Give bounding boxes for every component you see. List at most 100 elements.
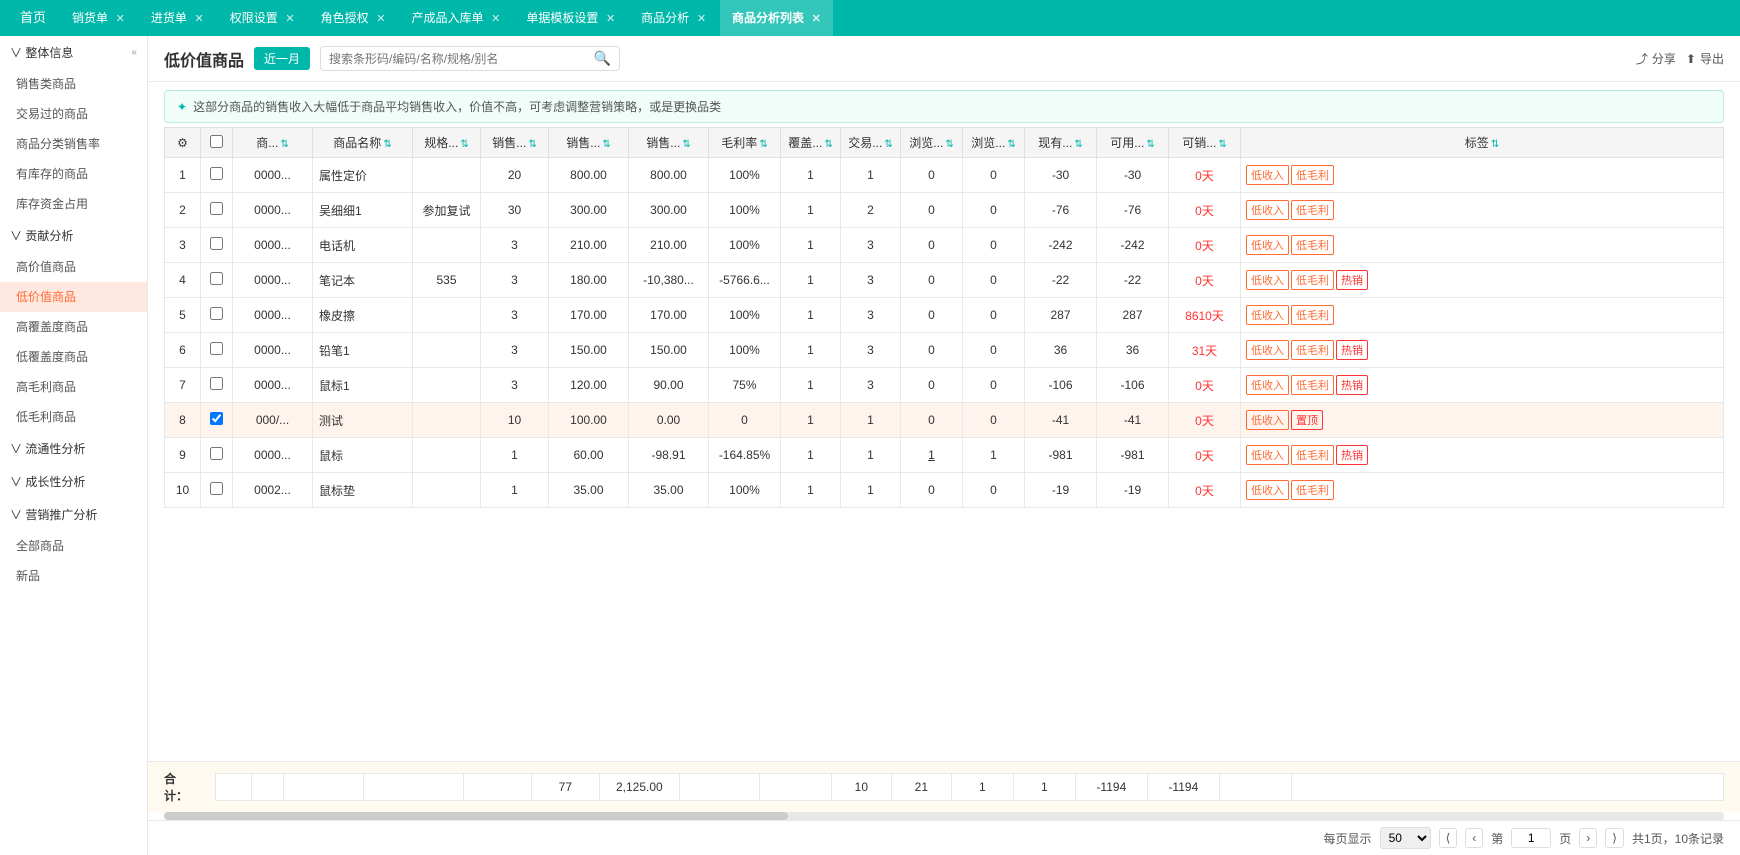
next-page-button[interactable]: ›	[1579, 828, 1597, 848]
nav-permissions[interactable]: 权限设置 ✕	[218, 0, 307, 36]
table-container[interactable]: ⚙ 商...⇅ 商品名称⇅ 规格...⇅ 销售...⇅ 销售...⇅ 销售...…	[148, 127, 1740, 761]
cell-checkbox[interactable]	[201, 158, 233, 193]
th-transactions[interactable]: 交易...⇅	[841, 128, 901, 158]
cell-views1[interactable]: 1	[901, 438, 963, 473]
sidebar-group-circulation[interactable]: ∨ 流通性分析	[0, 432, 147, 465]
prev-page-button[interactable]: ‹	[1465, 828, 1483, 848]
row-checkbox-9[interactable]	[210, 447, 223, 460]
row-checkbox-1[interactable]	[210, 167, 223, 180]
cell-checkbox[interactable]	[201, 368, 233, 403]
th-coverage[interactable]: 覆盖...⇅	[781, 128, 841, 158]
cell-views1[interactable]: 0	[901, 228, 963, 263]
sidebar-item-high-margin[interactable]: 高毛利商品	[0, 372, 147, 402]
row-checkbox-7[interactable]	[210, 377, 223, 390]
search-input[interactable]	[329, 52, 588, 66]
sidebar-item-new-goods[interactable]: 新品	[0, 561, 147, 591]
nav-purchase[interactable]: 进货单 ✕	[139, 0, 216, 36]
cell-checkbox[interactable]	[201, 333, 233, 368]
row-checkbox-4[interactable]	[210, 272, 223, 285]
nav-sales[interactable]: 销货单 ✕	[60, 0, 137, 36]
views1-link[interactable]: 0	[928, 413, 935, 427]
row-checkbox-10[interactable]	[210, 482, 223, 495]
cell-checkbox[interactable]	[201, 263, 233, 298]
th-tag[interactable]: 标签⇅	[1241, 128, 1724, 158]
th-name[interactable]: 商品名称⇅	[313, 128, 413, 158]
nav-home[interactable]: 首页	[8, 0, 58, 36]
cell-views1[interactable]: 0	[901, 473, 963, 508]
cell-checkbox[interactable]	[201, 228, 233, 263]
nav-roles[interactable]: 角色授权 ✕	[309, 0, 398, 36]
select-all-checkbox[interactable]	[210, 135, 223, 148]
th-gross-margin[interactable]: 毛利率⇅	[709, 128, 781, 158]
nav-close-permissions[interactable]: ✕	[285, 13, 294, 25]
th-code[interactable]: 商...⇅	[233, 128, 313, 158]
nav-analysis-list[interactable]: 商品分析列表 ✕	[720, 0, 833, 36]
row-checkbox-5[interactable]	[210, 307, 223, 320]
cell-views1[interactable]: 0	[901, 298, 963, 333]
th-stock[interactable]: 现有...⇅	[1025, 128, 1097, 158]
sidebar-group-contribution[interactable]: ∨ 贡献分析	[0, 219, 147, 252]
nav-close-templates[interactable]: ✕	[606, 13, 615, 25]
row-checkbox-8[interactable]	[210, 412, 223, 425]
views1-link[interactable]: 0	[928, 378, 935, 392]
views1-link[interactable]: 0	[928, 343, 935, 357]
nav-close-sales[interactable]: ✕	[116, 13, 125, 25]
th-checkbox[interactable]	[201, 128, 233, 158]
sidebar-group-overall[interactable]: ∨ 整体信息 «	[0, 36, 147, 69]
share-button[interactable]: ⤴ 分享	[1636, 50, 1676, 67]
cell-views1[interactable]: 0	[901, 158, 963, 193]
cell-views1[interactable]: 0	[901, 333, 963, 368]
nav-close-products[interactable]: ✕	[491, 13, 500, 25]
nav-products[interactable]: 产成品入库单 ✕	[399, 0, 512, 36]
sidebar-group-growth[interactable]: ∨ 成长性分析	[0, 465, 147, 498]
th-sales-price[interactable]: 销售...⇅	[549, 128, 629, 158]
views1-link[interactable]: 0	[928, 273, 935, 287]
last-page-button[interactable]: ⟩	[1605, 828, 1624, 848]
views1-link[interactable]: 1	[928, 448, 935, 462]
th-spec[interactable]: 规格...⇅	[413, 128, 481, 158]
sidebar-item-stock-goods[interactable]: 有库存的商品	[0, 159, 147, 189]
views1-link[interactable]: 0	[928, 168, 935, 182]
cell-checkbox[interactable]	[201, 403, 233, 438]
sidebar-item-traded-goods[interactable]: 交易过的商品	[0, 99, 147, 129]
row-checkbox-3[interactable]	[210, 237, 223, 250]
th-views2[interactable]: 浏览...⇅	[963, 128, 1025, 158]
sidebar-item-low-margin[interactable]: 低毛利商品	[0, 402, 147, 432]
cell-views1[interactable]: 0	[901, 263, 963, 298]
sidebar-item-high-value[interactable]: 高价值商品	[0, 252, 147, 282]
page-size-select[interactable]: 50 100 200	[1380, 827, 1431, 849]
cell-views1[interactable]: 0	[901, 403, 963, 438]
sidebar-item-category-sales-rate[interactable]: 商品分类销售率	[0, 129, 147, 159]
search-icon[interactable]: 🔍	[594, 50, 611, 67]
nav-close-roles[interactable]: ✕	[376, 13, 385, 25]
th-views1[interactable]: 浏览...⇅	[901, 128, 963, 158]
cell-checkbox[interactable]	[201, 438, 233, 473]
cell-views1[interactable]: 0	[901, 193, 963, 228]
th-available[interactable]: 可用...⇅	[1097, 128, 1169, 158]
first-page-button[interactable]: ⟨	[1439, 828, 1458, 848]
sidebar-item-sales-goods[interactable]: 销售类商品	[0, 69, 147, 99]
page-input[interactable]	[1511, 828, 1551, 848]
sidebar-item-low-coverage[interactable]: 低覆盖度商品	[0, 342, 147, 372]
nav-close-analysis[interactable]: ✕	[697, 13, 706, 25]
views1-link[interactable]: 0	[928, 308, 935, 322]
cell-views1[interactable]: 0	[901, 368, 963, 403]
th-sales-amt[interactable]: 销售...⇅	[629, 128, 709, 158]
sidebar-item-low-value[interactable]: 低价值商品	[0, 282, 147, 312]
sidebar-item-high-coverage[interactable]: 高覆盖度商品	[0, 312, 147, 342]
export-button[interactable]: ⬆ 导出	[1686, 50, 1724, 67]
sidebar-group-marketing[interactable]: ∨ 营销推广分析	[0, 498, 147, 531]
views1-link[interactable]: 0	[928, 203, 935, 217]
cell-checkbox[interactable]	[201, 473, 233, 508]
views1-link[interactable]: 0	[928, 483, 935, 497]
sidebar-item-all-goods[interactable]: 全部商品	[0, 531, 147, 561]
sidebar-item-stock-capital[interactable]: 库存资金占用	[0, 189, 147, 219]
sidebar-group-overall-collapse[interactable]: «	[131, 47, 137, 58]
nav-close-purchase[interactable]: ✕	[195, 13, 204, 25]
nav-templates[interactable]: 单据模板设置 ✕	[514, 0, 627, 36]
cell-checkbox[interactable]	[201, 298, 233, 333]
row-checkbox-2[interactable]	[210, 202, 223, 215]
th-sellable[interactable]: 可销...⇅	[1169, 128, 1241, 158]
th-sales-qty[interactable]: 销售...⇅	[481, 128, 549, 158]
th-settings[interactable]: ⚙	[165, 128, 201, 158]
